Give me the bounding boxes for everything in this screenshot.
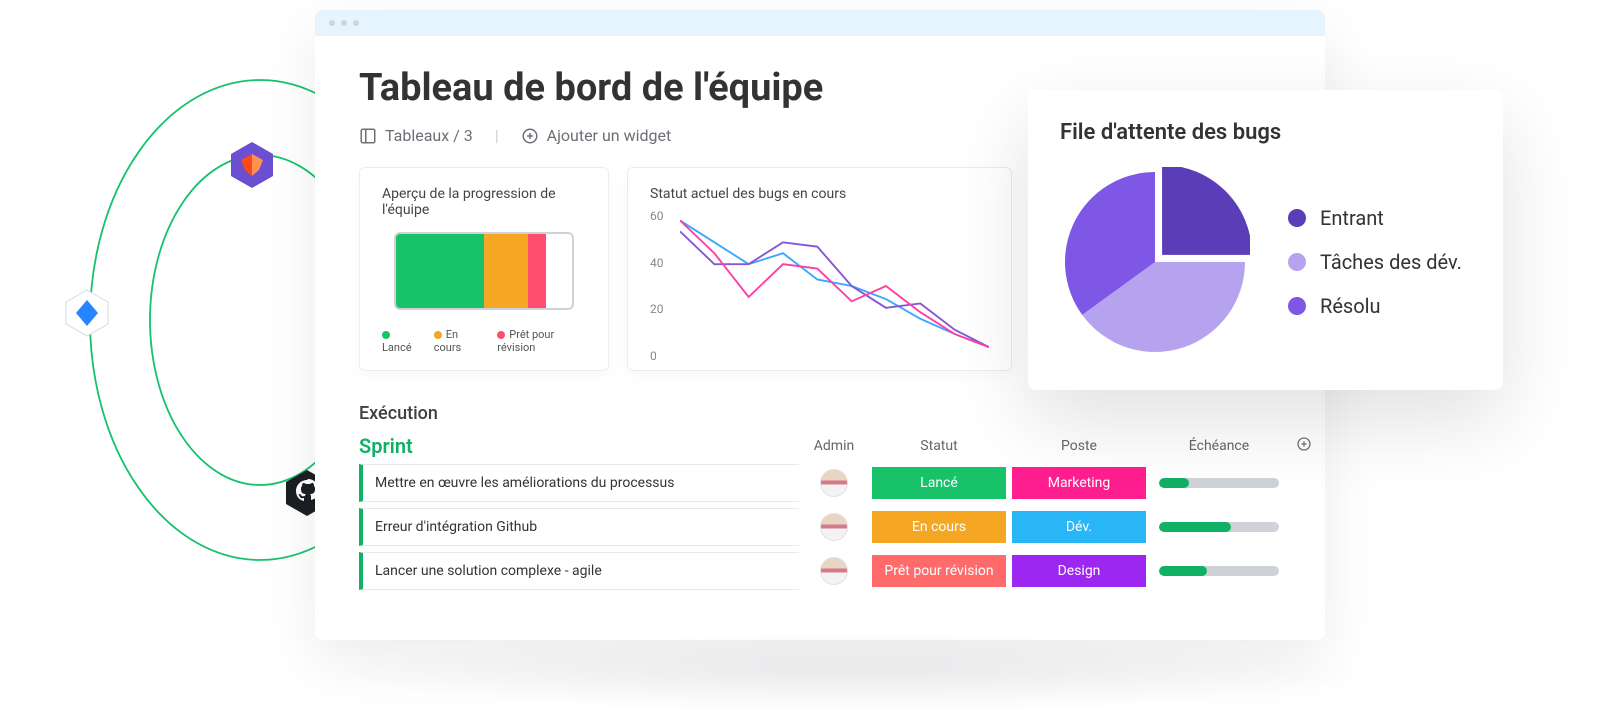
pie-legend-item: Résolu [1288, 294, 1462, 318]
y-tick-label: 40 [650, 256, 664, 270]
y-tick-label: 60 [650, 209, 664, 223]
plus-circle-icon [521, 127, 539, 145]
sprint-group-label[interactable]: Sprint [359, 434, 799, 458]
bug-queue-title: File d'attente des bugs [1060, 120, 1471, 145]
jira-icon [62, 288, 112, 338]
progress-card: Aperçu de la progression de l'équipe Lan… [359, 167, 609, 371]
y-tick-label: 0 [650, 349, 657, 363]
progress-seg-launched [396, 234, 484, 308]
add-column-button[interactable] [1289, 436, 1319, 457]
window-titlebar [315, 10, 1325, 36]
execution-section: Exécution Sprint Admin Statut Poste Éché… [359, 403, 1297, 590]
due-progress [1159, 566, 1279, 576]
progress-card-title: Aperçu de la progression de l'équipe [382, 186, 586, 218]
avatar[interactable] [820, 469, 848, 497]
table-row[interactable]: Erreur d'intégration Github En coursDév. [359, 508, 1297, 546]
task-name-cell[interactable]: Mettre en œuvre les améliorations du pro… [359, 464, 799, 502]
bug-queue-pie [1060, 167, 1250, 357]
plus-circle-icon [1296, 436, 1312, 452]
table-row[interactable]: Mettre en œuvre les améliorations du pro… [359, 464, 1297, 502]
add-widget-button[interactable]: Ajouter un widget [521, 126, 672, 145]
boards-count-label: Tableaux / 3 [385, 126, 473, 145]
table-row[interactable]: Lancer une solution complexe - agile Prêt… [359, 552, 1297, 590]
bug-queue-card: File d'attente des bugs Entrant Tâches de… [1028, 90, 1503, 390]
role-badge[interactable]: Design [1012, 555, 1146, 587]
col-admin: Admin [799, 438, 869, 454]
legend-ready: Prêt pour révision [497, 328, 554, 354]
status-badge[interactable]: Lancé [872, 467, 1006, 499]
add-widget-label: Ajouter un widget [547, 126, 672, 145]
boards-count-button[interactable]: Tableaux / 3 [359, 126, 473, 145]
progress-seg-inprogress [484, 234, 528, 308]
pie-legend-item: Tâches des dév. [1288, 250, 1462, 274]
col-due: Échéance [1149, 438, 1289, 454]
sprint-header: Sprint Admin Statut Poste Échéance [359, 434, 1297, 458]
legend-launched: Lancé [382, 341, 412, 354]
role-badge[interactable]: Marketing [1012, 467, 1146, 499]
progress-battery [394, 232, 574, 310]
role-badge[interactable]: Dév. [1012, 511, 1146, 543]
task-name-cell[interactable]: Erreur d'intégration Github [359, 508, 799, 546]
gitlab-icon [227, 140, 277, 190]
status-badge[interactable]: En cours [872, 511, 1006, 543]
execution-title: Exécution [359, 403, 1297, 424]
y-tick-label: 20 [650, 302, 664, 316]
due-progress [1159, 522, 1279, 532]
pie-legend-item: Entrant [1288, 206, 1462, 230]
toolbar-separator: | [495, 126, 499, 145]
layout-icon [359, 127, 377, 145]
task-name-cell[interactable]: Lancer une solution complexe - agile [359, 552, 799, 590]
status-badge[interactable]: Prêt pour révision [872, 555, 1006, 587]
col-role: Poste [1009, 438, 1149, 454]
avatar[interactable] [820, 513, 848, 541]
line-chart: 0204060 [650, 216, 989, 356]
avatar[interactable] [820, 557, 848, 585]
col-status: Statut [869, 438, 1009, 454]
progress-legend: Lancé En cours Prêt pour révision [382, 328, 586, 354]
linechart-card-title: Statut actuel des bugs en cours [650, 186, 989, 202]
due-progress [1159, 478, 1279, 488]
linechart-card: Statut actuel des bugs en cours 0 20 40 60 [627, 167, 1012, 371]
bug-queue-legend: Entrant Tâches des dév. Résolu [1288, 206, 1462, 318]
progress-seg-ready [528, 234, 546, 308]
